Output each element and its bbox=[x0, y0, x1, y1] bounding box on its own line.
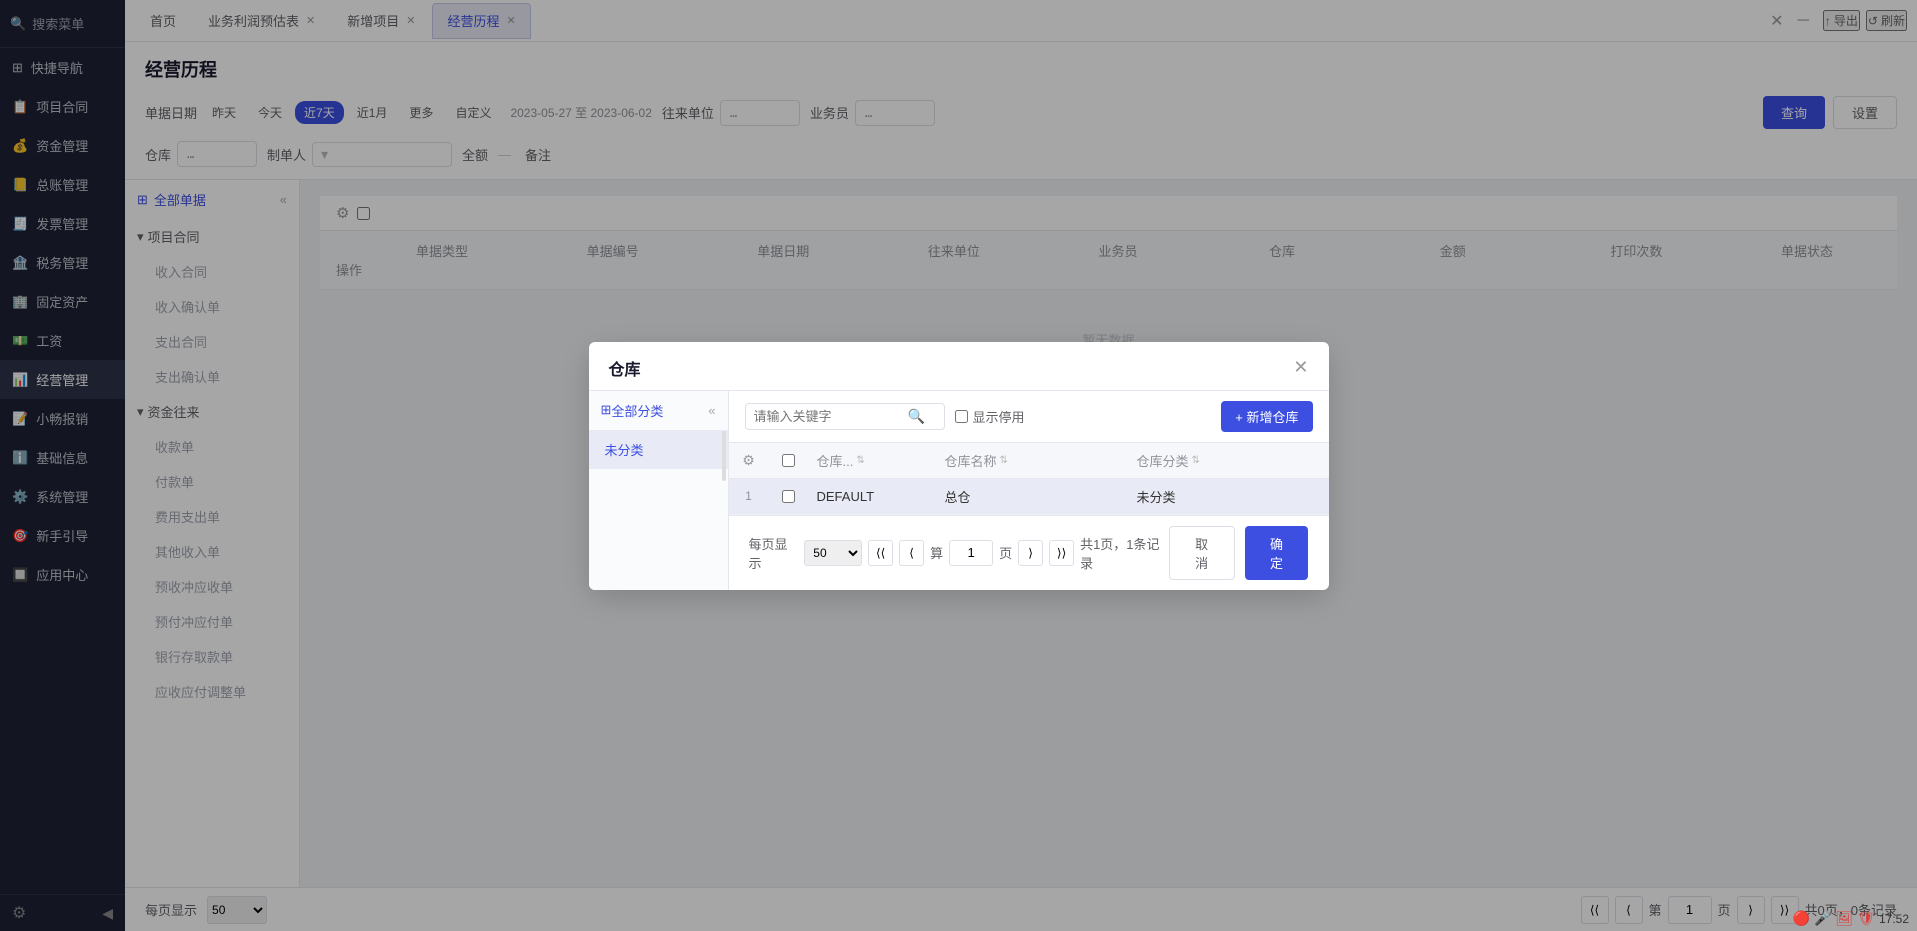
modal-last-page-btn[interactable]: ⟩⟩ bbox=[1049, 540, 1074, 566]
system-tray: 🔴 🎤 🖼 🛡 17:52 bbox=[1785, 906, 1917, 931]
modal-overlay: 仓库 ✕ ⊞ 全部分类 « 未分类 bbox=[0, 0, 1917, 931]
row-index: 1 bbox=[745, 489, 752, 503]
modal-toolbar: 🔍 显示停用 + 新增仓库 bbox=[729, 391, 1329, 443]
modal-close-btn[interactable]: ✕ bbox=[1293, 357, 1308, 378]
modal-first-page-btn[interactable]: ⟨⟨ bbox=[868, 540, 893, 566]
modal-sidebar-item-uncategorized[interactable]: 未分类 bbox=[589, 430, 728, 469]
row-name: 总仓 bbox=[945, 487, 1137, 506]
sort-name-icon[interactable]: ⇅ bbox=[1000, 455, 1008, 466]
modal-all-categories[interactable]: ⊞ 全部分类 « bbox=[589, 391, 728, 430]
tray-icon-4: 🛡 bbox=[1857, 910, 1875, 927]
grid-icon-modal: ⊞ bbox=[601, 402, 612, 418]
modal-next-page-btn[interactable]: ⟩ bbox=[1018, 540, 1043, 566]
row-gear: 1 bbox=[729, 489, 769, 503]
row-cat: 未分类 bbox=[1137, 487, 1329, 506]
modal-page-input[interactable] bbox=[949, 540, 993, 566]
modal-select-all[interactable] bbox=[782, 454, 795, 467]
modal-header: 仓库 ✕ bbox=[589, 342, 1329, 391]
sort-cat-icon[interactable]: ⇅ bbox=[1192, 455, 1200, 466]
modal-actions: 取消 确定 bbox=[1169, 526, 1309, 580]
modal-table: ⚙ 仓库... ⇅ 仓库名称 ⇅ bbox=[729, 443, 1329, 515]
modal-col-gear: ⚙ bbox=[729, 452, 769, 469]
modal-gear-icon[interactable]: ⚙ bbox=[742, 452, 755, 469]
row-checkbox-1[interactable] bbox=[782, 490, 795, 503]
confirm-btn[interactable]: 确定 bbox=[1245, 526, 1309, 580]
add-warehouse-btn[interactable]: + 新增仓库 bbox=[1221, 401, 1312, 432]
modal-page-size-select[interactable]: 50 100 bbox=[804, 540, 862, 566]
collapse-modal-sidebar-icon[interactable]: « bbox=[708, 403, 715, 418]
modal-col-name: 仓库名称 ⇅ bbox=[945, 451, 1137, 470]
modal-sidebar-scrollbar[interactable] bbox=[722, 431, 726, 481]
modal-col-cat: 仓库分类 ⇅ bbox=[1137, 451, 1329, 470]
tray-icon-3: 🖼 bbox=[1835, 910, 1853, 927]
show-disabled-label[interactable]: 显示停用 bbox=[955, 407, 1025, 426]
tray-time: 17:52 bbox=[1879, 912, 1909, 926]
show-disabled-checkbox[interactable] bbox=[955, 410, 968, 423]
modal-col-code: 仓库... ⇅ bbox=[809, 451, 945, 470]
modal-table-row[interactable]: 1 DEFAULT 总仓 未分类 bbox=[729, 479, 1329, 515]
row-code: DEFAULT bbox=[809, 489, 945, 504]
modal-search-input[interactable] bbox=[754, 409, 904, 424]
modal-pagination: 每页显示 50 100 ⟨⟨ ⟨ 算 页 ⟩ ⟩⟩ 共1页，1条记录 bbox=[749, 534, 1169, 572]
modal-search-wrap: 🔍 显示停用 bbox=[745, 403, 1025, 430]
modal-body: ⊞ 全部分类 « 未分类 🔍 bbox=[589, 391, 1329, 590]
row-chk[interactable] bbox=[769, 490, 809, 503]
modal-col-chk bbox=[769, 454, 809, 467]
modal-sidebar: ⊞ 全部分类 « 未分类 bbox=[589, 391, 729, 590]
modal-footer: 每页显示 50 100 ⟨⟨ ⟨ 算 页 ⟩ ⟩⟩ 共1页，1条记录 bbox=[729, 515, 1329, 590]
modal-title: 仓库 bbox=[609, 356, 641, 380]
sort-code-icon[interactable]: ⇅ bbox=[856, 455, 864, 466]
tray-icon-1: 🔴 bbox=[1793, 910, 1810, 927]
modal-table-header: ⚙ 仓库... ⇅ 仓库名称 ⇅ bbox=[729, 443, 1329, 479]
cancel-btn[interactable]: 取消 bbox=[1169, 526, 1235, 580]
modal-search-box[interactable]: 🔍 bbox=[745, 403, 945, 430]
warehouse-modal: 仓库 ✕ ⊞ 全部分类 « 未分类 bbox=[589, 342, 1329, 590]
search-icon-modal: 🔍 bbox=[908, 408, 925, 425]
tray-icon-2: 🎤 bbox=[1814, 910, 1831, 927]
modal-content-area: 🔍 显示停用 + 新增仓库 ⚙ bbox=[729, 391, 1329, 590]
modal-prev-page-btn[interactable]: ⟨ bbox=[899, 540, 924, 566]
